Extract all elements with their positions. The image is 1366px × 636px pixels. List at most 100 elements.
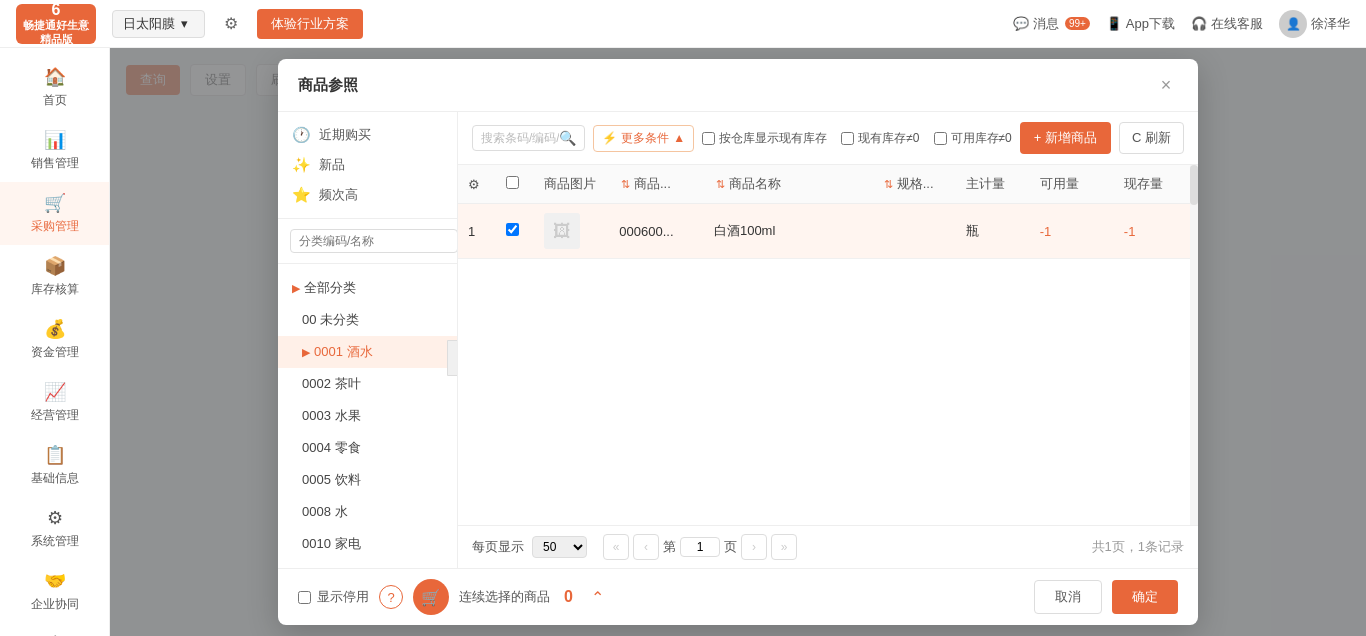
checkbox-warehouse-label[interactable]: 按仓库显示现有库存 [702,130,827,147]
category-item-tea[interactable]: 0002 茶叶 [278,368,457,400]
sidebar-item-sales[interactable]: 📊 销售管理 [0,119,109,182]
page-nav: « ‹ 第 页 › » [603,534,797,560]
user-menu[interactable]: 👤 徐泽华 [1279,10,1350,38]
th-name[interactable]: ⇅ 商品名称 [704,165,872,204]
checkbox-warehouse[interactable] [702,132,715,145]
sidebar-item-basic-info[interactable]: 📋 基础信息 [0,434,109,497]
th-checkbox[interactable] [496,165,534,204]
settings-icon: ⚙ [468,177,480,192]
more-filter-button[interactable]: ⚡ 更多条件 ▲ [593,125,694,152]
product-search-icon[interactable]: 🔍 [559,130,576,146]
page-next-button[interactable]: › [741,534,767,560]
sidebar-item-enterprise[interactable]: 🤝 企业协同 [0,560,109,623]
th-code-label: 商品... [634,176,671,191]
modal-header: 商品参照 × [278,59,1198,112]
page-first-button[interactable]: « [603,534,629,560]
sidebar-item-home[interactable]: 🏠 首页 [0,56,109,119]
purchase-icon: 🛒 [44,192,66,214]
modal-body: 🕐 近期购买 ✨ 新品 ⭐ 频次高 [278,112,1198,568]
per-page-select[interactable]: 50 20 100 [532,536,587,558]
sidebar-item-finance[interactable]: 💰 资金管理 [0,308,109,371]
scroll-track[interactable] [1190,165,1198,525]
footer-selected-count: 0 [564,588,573,606]
sidebar-label-enterprise: 企业协同 [31,596,79,613]
category-item-appliance[interactable]: 0010 家电 [278,528,457,560]
quick-filter-new-label: 新品 [319,156,345,174]
category-item-liquor[interactable]: ▶ 0001 酒水 [278,336,457,368]
checkbox-available-ne-label[interactable]: 可用库存≠0 [934,130,1012,147]
cell-code: 000600... [609,204,704,259]
pagination-bar: 每页显示 50 20 100 « ‹ 第 页 [458,525,1198,568]
inventory-icon: 📦 [44,255,66,277]
all-arrow-icon: ▶ [292,282,300,295]
category-search-input[interactable] [290,229,458,253]
quick-filter-new[interactable]: ✨ 新品 [278,150,457,180]
sidebar-item-guide[interactable]: 🎓 新手引导 [0,623,109,636]
service-label: 在线客服 [1211,15,1263,33]
category-item-water[interactable]: 0008 水 [278,496,457,528]
category-item-snack[interactable]: 0004 零食 [278,432,457,464]
footer-actions: 取消 确定 [1034,580,1178,614]
messages-button[interactable]: 💬 消息 99+ [1013,15,1090,33]
show-disabled-checkbox[interactable] [298,591,311,604]
sidebar-item-purchase[interactable]: 🛒 采购管理 [0,182,109,245]
sort-icon-spec: ⇅ [884,178,893,190]
footer-cart-button[interactable]: 🛒 [413,579,449,615]
settings-icon[interactable]: ⚙ [215,8,247,40]
product-table: ⚙ 商品图片 [458,165,1198,259]
cell-stock: -1 [1114,204,1198,259]
product-search-input[interactable] [481,131,559,145]
page-input[interactable] [680,537,720,557]
category-item-beverage[interactable]: 0005 饮料 [278,464,457,496]
cta-button[interactable]: 体验行业方案 [257,9,363,39]
sidebar-item-operations[interactable]: 📈 经营管理 [0,371,109,434]
category-label-fruit: 0003 水果 [302,407,361,425]
category-item-fruit[interactable]: 0003 水果 [278,400,457,432]
sidebar-item-system[interactable]: ⚙ 系统管理 [0,497,109,560]
quick-filter-recent[interactable]: 🕐 近期购买 [278,120,457,150]
category-panel: 🕐 近期购买 ✨ 新品 ⭐ 频次高 [278,112,458,568]
panel-collapse-button[interactable]: 《 [447,340,458,376]
th-code[interactable]: ⇅ 商品... [609,165,704,204]
page-prev-button[interactable]: ‹ [633,534,659,560]
footer-help-button[interactable]: ? [379,585,403,609]
filter-label: 更多条件 [621,130,669,147]
checkbox-stock-ne-label[interactable]: 现有库存≠0 [841,130,919,147]
filter-arrow-icon: ▲ [673,131,685,145]
cancel-button[interactable]: 取消 [1034,580,1102,614]
checkbox-stock-ne[interactable] [841,132,854,145]
sidebar-label-finance: 资金管理 [31,344,79,361]
sidebar-item-inventory[interactable]: 📦 库存核算 [0,245,109,308]
modal-close-button[interactable]: × [1154,73,1178,97]
store-selector[interactable]: 日太阳膜 ▾ [112,10,205,38]
online-service-button[interactable]: 🎧 在线客服 [1191,15,1263,33]
th-settings[interactable]: ⚙ [458,165,496,204]
page-last-button[interactable]: » [771,534,797,560]
category-label-beverage: 0005 饮料 [302,471,361,489]
cell-checkbox[interactable] [496,204,534,259]
footer-expand-icon[interactable]: ⌃ [591,588,604,607]
select-all-checkbox[interactable] [506,176,519,189]
category-item-uncategorized[interactable]: 00 未分类 [278,304,457,336]
app-label: App下载 [1126,15,1175,33]
cell-name: 白酒100ml [704,204,872,259]
table-row[interactable]: 1 🖼 000600... 白酒100ml 瓶 -1 -1 [458,204,1198,259]
th-unit: 主计量 [956,165,1030,204]
checkbox-available-ne[interactable] [934,132,947,145]
scroll-thumb[interactable] [1190,165,1198,205]
sidebar-label-operations: 经营管理 [31,407,79,424]
quick-filter-frequent[interactable]: ⭐ 频次高 [278,180,457,210]
refresh-button[interactable]: C 刷新 [1119,122,1184,154]
page-total-info: 共1页，1条记录 [1092,538,1184,556]
th-spec[interactable]: ⇅ 规格... [872,165,956,204]
navbar: 6 畅捷通好生意 精品版 日太阳膜 ▾ ⚙ 体验行业方案 💬 消息 99+ 📱 … [0,0,1366,48]
category-label-liquor: 0001 酒水 [314,343,373,361]
category-item-all[interactable]: ▶ 全部分类 [278,272,457,304]
username: 徐泽华 [1311,15,1350,33]
filter-icon: ⚡ [602,131,617,145]
cart-icon: 🛒 [421,588,441,607]
show-disabled-label: 显示停用 [317,588,369,606]
confirm-button[interactable]: 确定 [1112,580,1178,614]
app-download-button[interactable]: 📱 App下载 [1106,15,1175,33]
add-product-button[interactable]: + 新增商品 [1020,122,1111,154]
